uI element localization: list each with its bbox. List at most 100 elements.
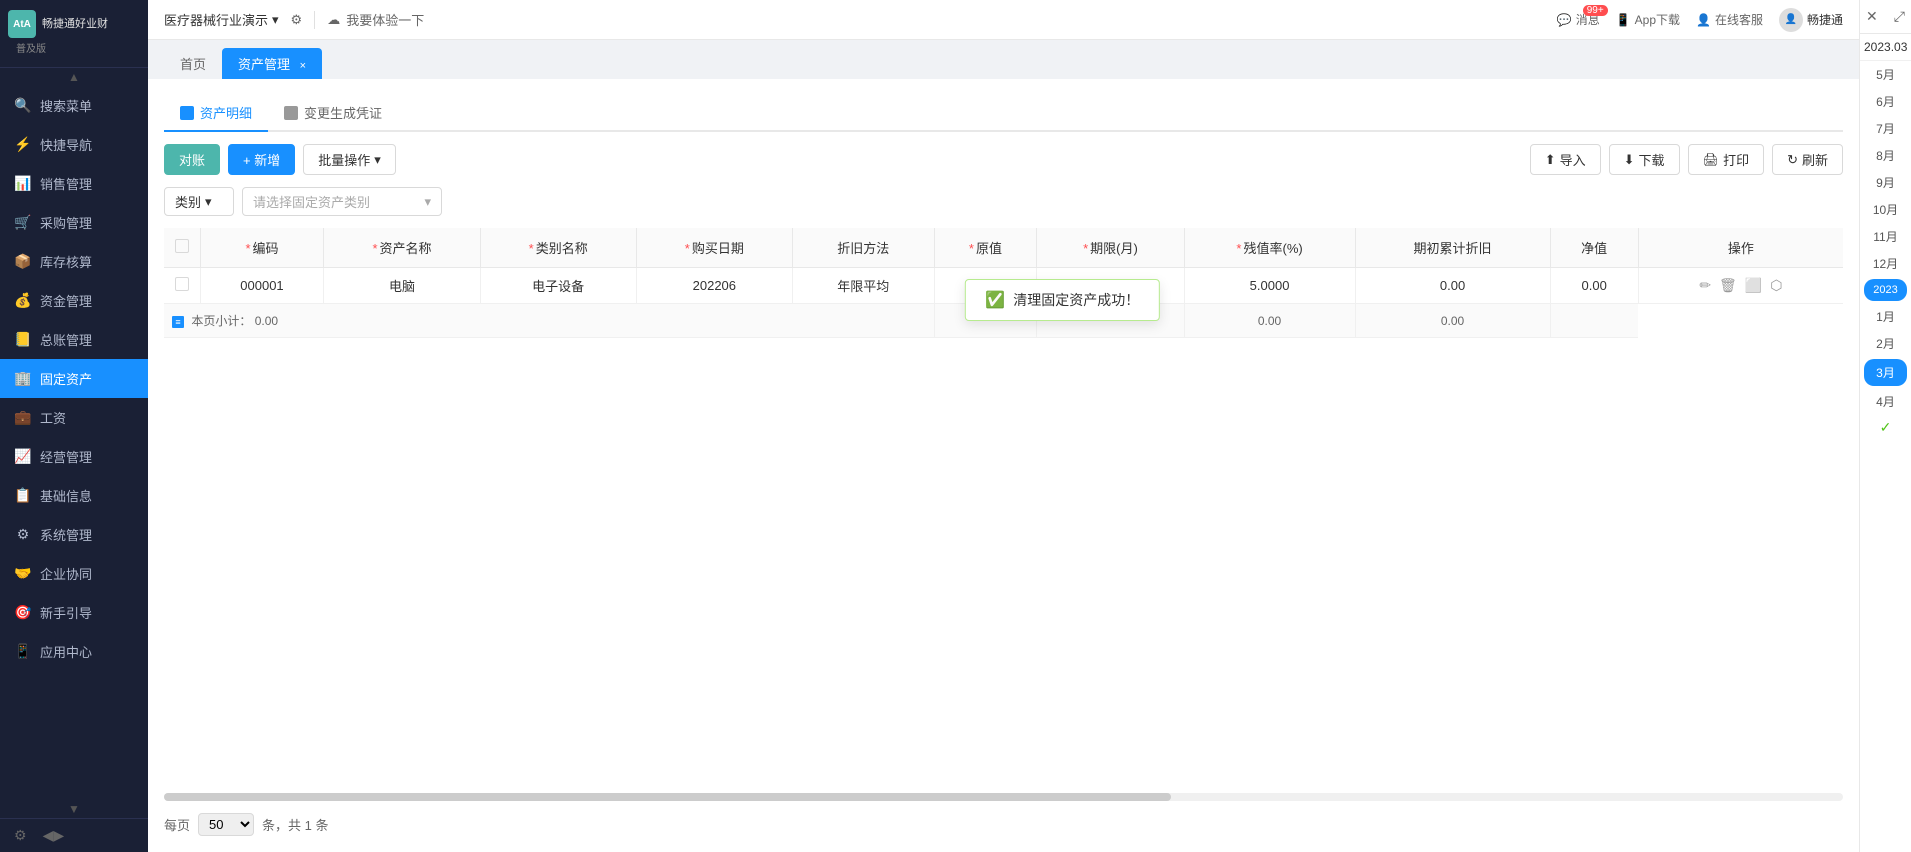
sidebar-item-fixed-assets[interactable]: 🏢固定资产 xyxy=(0,359,148,398)
month-item[interactable]: 1月 xyxy=(1860,303,1911,330)
cell-net-value: 0.00 xyxy=(1550,268,1638,304)
col-initial-accum: 期初累计折旧 xyxy=(1355,228,1550,268)
sidebar-item-basic-info[interactable]: 📋基础信息 xyxy=(0,476,148,515)
col-action: 操作 xyxy=(1638,228,1843,268)
pagination: 每页 50 100 条，共 1 条 xyxy=(164,805,1843,836)
quick-nav-icon: ⚡ xyxy=(14,136,32,154)
batch-btn[interactable]: 批量操作 ▾ xyxy=(303,144,396,175)
topbar-right: 💬 消息 99+ 📱 App下载 👤 在线客服 👤 畅捷通 xyxy=(1557,8,1843,32)
select-all-checkbox[interactable] xyxy=(175,239,189,253)
app-icon: 📱 xyxy=(1616,13,1631,27)
user-menu[interactable]: 👤 畅捷通 xyxy=(1779,8,1843,32)
payroll-icon: 💼 xyxy=(14,409,32,427)
new-btn[interactable]: + 新增 xyxy=(228,144,295,175)
collapse-icon[interactable]: ◀▶ xyxy=(43,827,65,844)
sidebar-item-purchase[interactable]: 🛒采购管理 xyxy=(0,203,148,242)
nav-label-sales: 销售管理 xyxy=(40,174,92,193)
app-download-btn[interactable]: 📱 App下载 xyxy=(1616,11,1680,28)
toolbar: 对账 + 新增 批量操作 ▾ ⬆ 导入 ⬇ 下载 🖨 打印 xyxy=(164,144,1843,175)
refresh-btn[interactable]: ↻ 刷新 xyxy=(1772,144,1843,175)
month-item[interactable]: 7月 xyxy=(1860,115,1911,142)
panel-expand-icon[interactable]: ⤢ xyxy=(1894,8,1905,25)
sidebar-item-payroll[interactable]: 💼 工资 xyxy=(0,398,148,437)
category-filter[interactable]: 类别 ▾ xyxy=(164,187,234,216)
sidebar-item-ledger[interactable]: 📒总账管理 xyxy=(0,320,148,359)
toast-check-icon: ✅ xyxy=(985,290,1005,310)
horizontal-scrollbar[interactable] xyxy=(164,793,1843,801)
sidebar-item-capital[interactable]: 💰资金管理 xyxy=(0,281,148,320)
month-item[interactable]: 2023 xyxy=(1864,279,1907,301)
user-avatar: 👤 xyxy=(1779,8,1803,32)
service-icon: 👤 xyxy=(1696,13,1711,27)
nav-label-basic-info: 基础信息 xyxy=(40,486,92,505)
sidebar-item-app-center[interactable]: 📱应用中心 xyxy=(0,632,148,671)
panel-close-icon[interactable]: ✕ xyxy=(1866,8,1878,25)
service-btn[interactable]: 👤 在线客服 xyxy=(1696,11,1763,28)
sidebar-item-quick-nav[interactable]: ⚡快捷导航 xyxy=(0,125,148,164)
sidebar-item-enterprise[interactable]: 🤝企业协同 xyxy=(0,554,148,593)
sidebar-nav: 🔍搜索菜单⚡快捷导航📊销售管理🛒采购管理📦库存核算💰资金管理📒总账管理🏢固定资产… xyxy=(0,86,148,800)
cell-residual-rate: 5.0000 xyxy=(1184,268,1355,304)
nav-label-payroll: 工资 xyxy=(40,408,66,427)
nav-label-inventory: 库存核算 xyxy=(40,252,92,271)
account-btn[interactable]: 对账 xyxy=(164,144,220,175)
tab-asset-management[interactable]: 资产管理 × xyxy=(222,48,322,79)
nav-label-system: 系统管理 xyxy=(40,525,92,544)
month-item[interactable]: 12月 xyxy=(1860,250,1911,277)
sidebar-item-inventory[interactable]: 📦库存核算 xyxy=(0,242,148,281)
sidebar-item-operation[interactable]: 📈经营管理 xyxy=(0,437,148,476)
message-icon: 💬 xyxy=(1557,13,1572,27)
sub-tab-change-voucher[interactable]: 变更生成凭证 xyxy=(268,95,398,132)
sidebar-item-guide[interactable]: 🎯新手引导 xyxy=(0,593,148,632)
nav-label-operation: 经营管理 xyxy=(40,447,92,466)
month-item[interactable]: 10月 xyxy=(1860,196,1911,223)
col-period: *期限(月) xyxy=(1037,228,1184,268)
settings-icon[interactable]: ⚙ xyxy=(14,827,27,844)
tab-close-icon[interactable]: × xyxy=(300,60,306,72)
sidebar-item-search[interactable]: 🔍搜索菜单 xyxy=(0,86,148,125)
month-item[interactable]: 11月 xyxy=(1860,223,1911,250)
cell-purchase-date: 202206 xyxy=(636,268,792,304)
download-btn[interactable]: ⬇ 下载 xyxy=(1609,144,1680,175)
company-selector[interactable]: 医疗器械行业演示 ▾ xyxy=(164,10,279,29)
category-detail-filter[interactable]: 请选择固定资产类别 ▾ xyxy=(242,187,442,216)
sidebar-scroll-down[interactable]: ▼ xyxy=(0,800,148,818)
col-depreciation: 折旧方法 xyxy=(792,228,934,268)
sidebar-logo: AtA 畅捷通好业财 xyxy=(8,10,140,38)
delete-icon[interactable]: 🗑 xyxy=(1719,277,1737,294)
month-item[interactable]: 8月 xyxy=(1860,142,1911,169)
sidebar-item-system[interactable]: ⚙系统管理 xyxy=(0,515,148,554)
print-btn[interactable]: 🖨 打印 xyxy=(1688,144,1765,175)
right-panel: ✕ ⤢ 2023.03 5月6月7月8月9月10月11月12月20231月2月3… xyxy=(1859,0,1911,852)
experience-btn[interactable]: ☁ 我要体验一下 xyxy=(327,10,424,29)
year-label: 2023.03 xyxy=(1860,34,1911,61)
toast-message: 清理固定资产成功！ xyxy=(1013,290,1139,310)
month-item[interactable]: 6月 xyxy=(1860,88,1911,115)
logo-icon: AtA xyxy=(8,10,36,38)
month-item[interactable]: 4月 xyxy=(1860,388,1911,415)
tab-home[interactable]: 首页 xyxy=(164,48,222,79)
month-item[interactable]: 3月 xyxy=(1864,359,1907,386)
sub-tab-asset-detail[interactable]: 资产明细 xyxy=(164,95,268,132)
month-item[interactable]: 2月 xyxy=(1860,330,1911,357)
import-btn[interactable]: ⬆ 导入 xyxy=(1530,144,1601,175)
more-icon[interactable]: ⬡ xyxy=(1770,277,1782,294)
settings-gear-icon[interactable]: ⚙ xyxy=(291,12,303,28)
success-toast: ✅ 清理固定资产成功！ xyxy=(964,279,1160,321)
per-page-select[interactable]: 50 100 xyxy=(198,813,254,836)
message-btn[interactable]: 💬 消息 99+ xyxy=(1557,11,1600,28)
month-item[interactable]: 5月 xyxy=(1860,61,1911,88)
row-checkbox[interactable] xyxy=(175,277,189,291)
edition-label: 普及版 xyxy=(8,38,140,57)
copy-icon[interactable]: ⬜ xyxy=(1745,277,1762,294)
month-list: 5月6月7月8月9月10月11月12月20231月2月3月4月 xyxy=(1860,61,1911,415)
refresh-icon: ↻ xyxy=(1787,152,1798,168)
sidebar-item-sales[interactable]: 📊销售管理 xyxy=(0,164,148,203)
month-item[interactable]: 9月 xyxy=(1860,169,1911,196)
month-check-icon[interactable]: ✓ xyxy=(1860,415,1911,440)
sidebar-scroll-up[interactable]: ▲ xyxy=(0,68,148,86)
enterprise-icon: 🤝 xyxy=(14,565,32,583)
col-category: *类别名称 xyxy=(480,228,636,268)
edit-icon[interactable]: ✏ xyxy=(1699,277,1711,294)
content-area: 资产明细 变更生成凭证 对账 + 新增 批量操作 ▾ ⬆ 导入 ⬇ xyxy=(148,79,1859,852)
